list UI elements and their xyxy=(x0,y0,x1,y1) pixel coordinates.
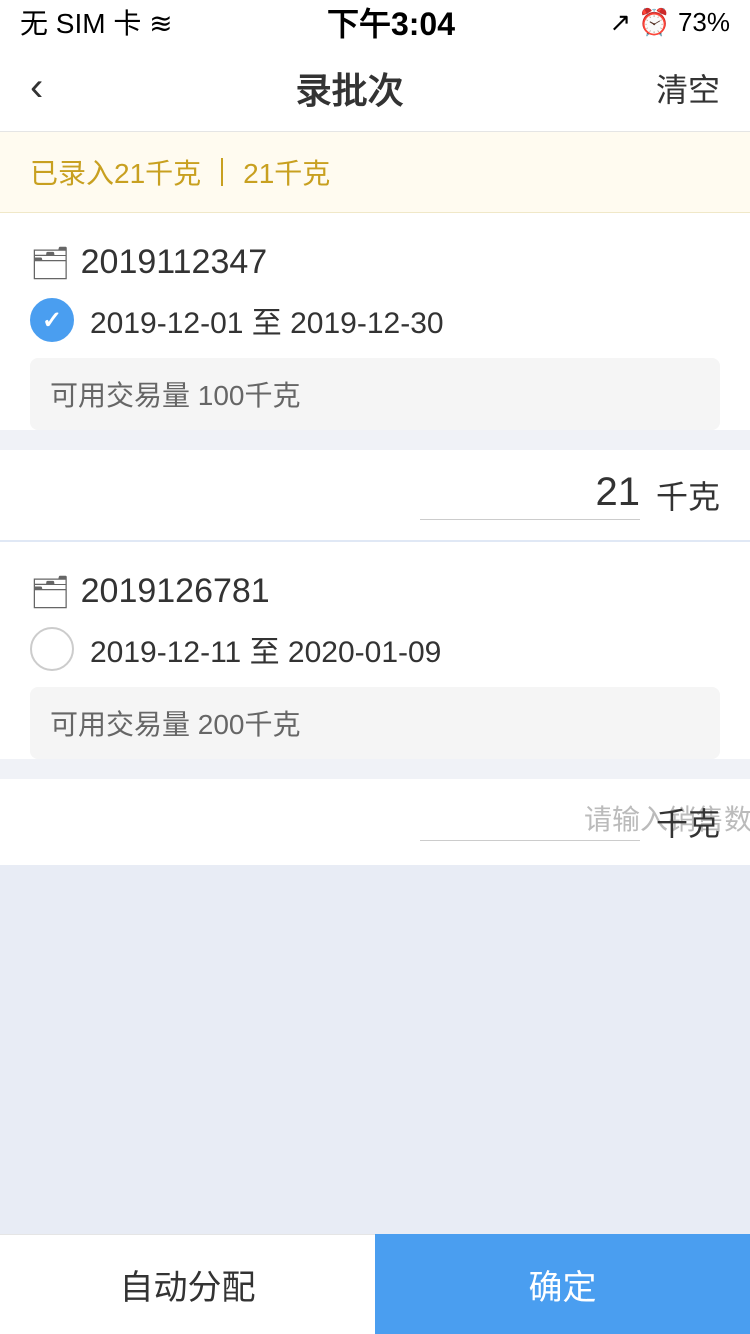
batch-1-quantity-row: 21 千克 xyxy=(0,450,750,540)
bottom-bar: 自动分配 确定 xyxy=(0,1234,750,1334)
batch-1-icon: 🗂 xyxy=(30,244,71,282)
batch-1-quantity-display: 21 xyxy=(595,470,640,514)
batch-2-date-row: 2019-12-11 至 2020-01-09 xyxy=(30,627,720,671)
batch-card-1: 🗂 2019112347 2019-12-01 至 2019-12-30 可用交… xyxy=(0,213,750,430)
confirm-button[interactable]: 确定 xyxy=(375,1234,750,1334)
batch-1-availability: 可用交易量 100千克 xyxy=(30,358,720,430)
info-divider xyxy=(221,158,223,186)
batch-card-2: 🗂 2019126781 2019-12-11 至 2020-01-09 可用交… xyxy=(0,542,750,759)
batch-2-number: 2019126781 xyxy=(81,572,270,611)
batch-1-header: 🗂 2019112347 xyxy=(30,243,720,282)
status-time: 下午3:04 xyxy=(327,0,455,45)
status-right: ↗ ⏰ 73% xyxy=(609,7,730,38)
batch-1-date: 2019-12-01 至 2019-12-30 xyxy=(90,298,444,342)
page-title: 录批次 xyxy=(296,62,404,114)
batch-1-date-row: 2019-12-01 至 2019-12-30 xyxy=(30,298,720,342)
batch-2-availability: 可用交易量 200千克 xyxy=(30,687,720,759)
clear-button[interactable]: 清空 xyxy=(656,65,720,111)
auto-distribute-button[interactable]: 自动分配 xyxy=(0,1234,375,1334)
status-bar: 无 SIM 卡 ≋ 下午3:04 ↗ ⏰ 73% xyxy=(0,0,750,44)
batch-2-unit: 千克 xyxy=(656,799,720,845)
recorded-label: 已录入21千克 xyxy=(30,152,201,192)
recorded-value: 21千克 xyxy=(243,152,330,192)
batch-2-quantity-row: 千克 xyxy=(0,779,750,865)
batch-2-date: 2019-12-11 至 2020-01-09 xyxy=(90,627,441,671)
back-button[interactable]: ‹ xyxy=(30,65,43,110)
batch-2-input-line xyxy=(420,804,640,841)
batch-1-number: 2019112347 xyxy=(81,243,268,282)
batch-1-unit: 千克 xyxy=(656,472,720,518)
batch-2-input-wrapper xyxy=(420,804,640,841)
batch-2-icon: 🗂 xyxy=(30,573,71,611)
batch-2-header: 🗂 2019126781 xyxy=(30,572,720,611)
empty-area xyxy=(0,865,750,1275)
batch-1-input-wrapper: 21 xyxy=(420,470,640,520)
batch-1-checkbox[interactable] xyxy=(30,298,74,342)
batch-2-checkbox[interactable] xyxy=(30,627,74,671)
nav-bar: ‹ 录批次 清空 xyxy=(0,44,750,132)
batch-1-input-line: 21 xyxy=(420,470,640,520)
info-banner: 已录入21千克 21千克 xyxy=(0,132,750,213)
status-left: 无 SIM 卡 ≋ xyxy=(20,2,173,42)
